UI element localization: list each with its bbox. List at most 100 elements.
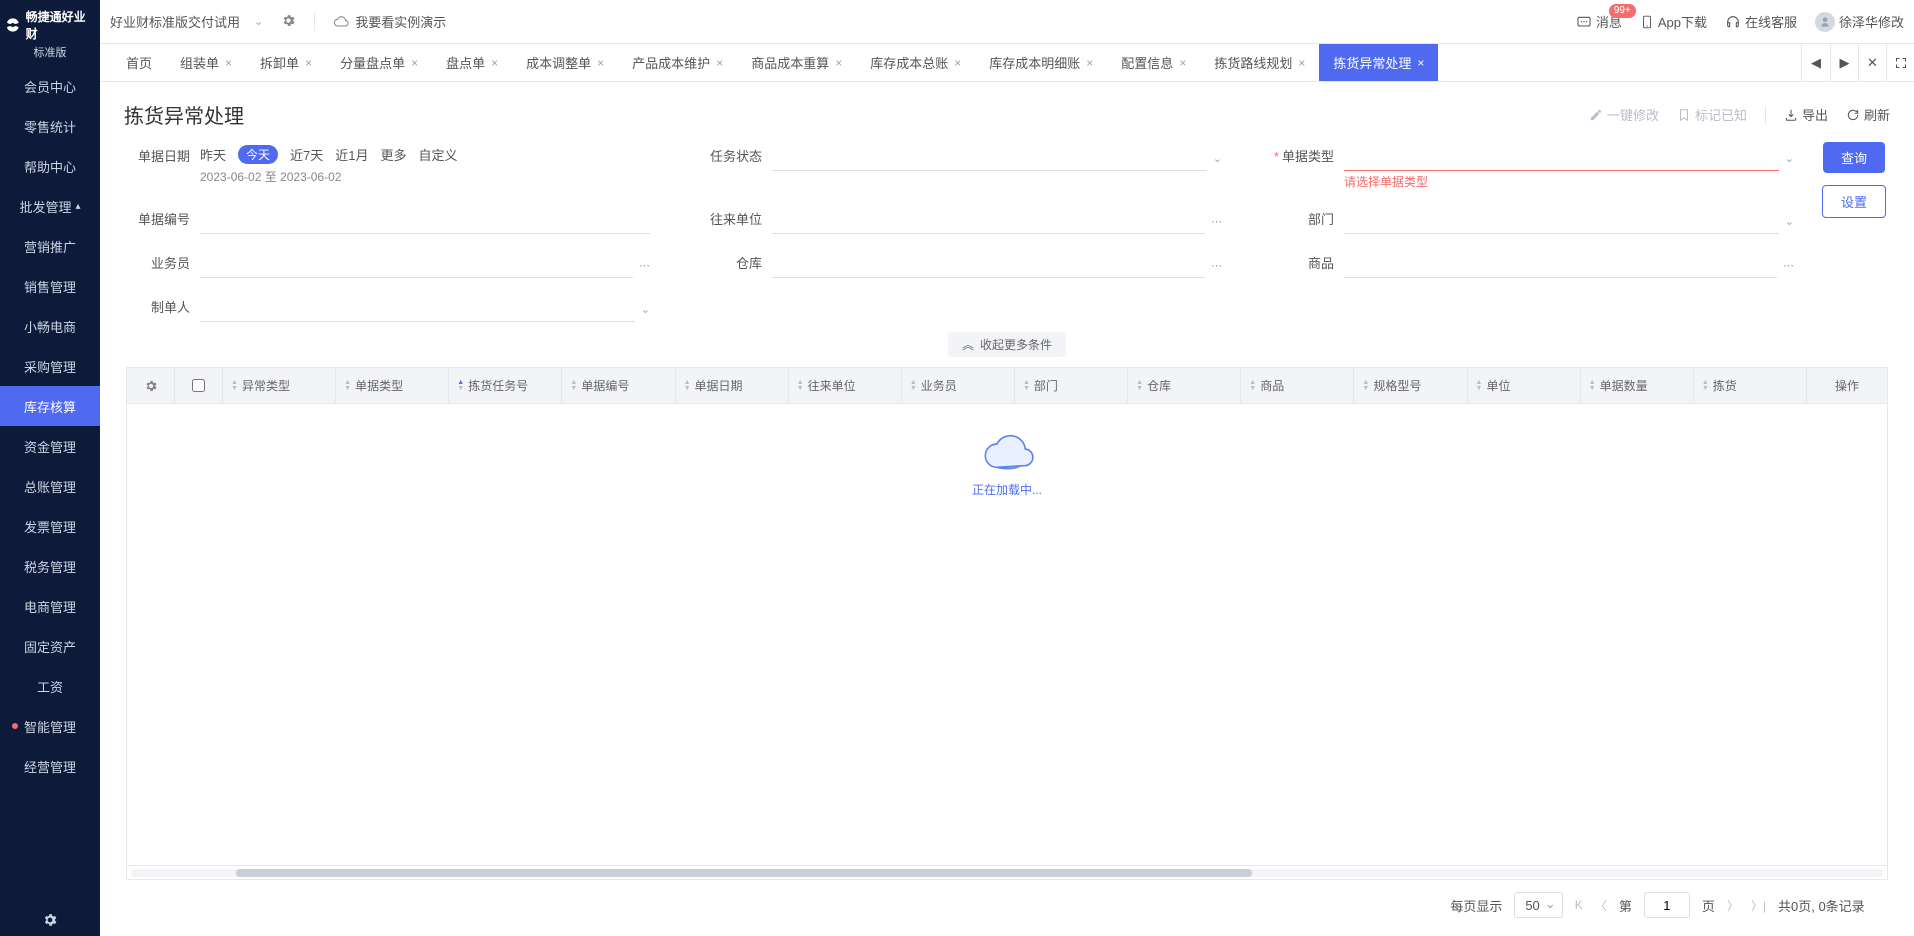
demo-link[interactable]: 我要看实例演示: [333, 12, 446, 31]
sidebar-item[interactable]: 销售管理: [0, 266, 100, 306]
download-link[interactable]: App下载: [1640, 12, 1707, 31]
sidebar-item[interactable]: 帮助中心: [0, 146, 100, 186]
tab[interactable]: 盘点单×: [432, 44, 512, 81]
sidebar-item[interactable]: 电商管理: [0, 586, 100, 626]
department-input[interactable]: [1344, 208, 1779, 234]
doc-type-input[interactable]: [1344, 145, 1779, 171]
user-menu[interactable]: 徐泽华修改: [1815, 12, 1904, 32]
tabs-prev-icon[interactable]: ◀: [1802, 44, 1830, 81]
close-icon[interactable]: ×: [411, 56, 418, 70]
salesman-input[interactable]: [200, 252, 633, 278]
sidebar-item[interactable]: 批发管理: [0, 186, 100, 226]
refresh-action[interactable]: 刷新: [1846, 105, 1890, 124]
sidebar-item[interactable]: 资金管理: [0, 426, 100, 466]
close-icon[interactable]: ×: [1298, 56, 1305, 70]
tab[interactable]: 商品成本重算×: [737, 44, 856, 81]
sidebar-item[interactable]: 智能管理: [0, 706, 100, 746]
close-icon[interactable]: ×: [597, 56, 604, 70]
tab[interactable]: 首页: [112, 44, 166, 81]
tabs-fullscreen-icon[interactable]: [1886, 44, 1914, 81]
search-button[interactable]: 查询: [1823, 142, 1885, 173]
collapse-filters-button[interactable]: ︽ 收起更多条件: [948, 332, 1066, 357]
sidebar-item[interactable]: 固定资产: [0, 626, 100, 666]
pagesize-select[interactable]: 50: [1514, 892, 1562, 918]
tab[interactable]: 拣货路线规划×: [1200, 44, 1319, 81]
env-selector[interactable]: 好业财标准版交付试用 ⌄: [110, 12, 263, 31]
sidebar-item[interactable]: 会员中心: [0, 66, 100, 106]
date-range-option[interactable]: 更多: [381, 145, 407, 164]
chevron-down-icon[interactable]: ⌄: [1207, 152, 1222, 165]
chevron-down-icon[interactable]: ⌄: [635, 303, 650, 316]
sidebar-item[interactable]: 零售统计: [0, 106, 100, 146]
sidebar-item[interactable]: 库存核算: [0, 386, 100, 426]
table-column-header[interactable]: ▲▼规格型号: [1354, 368, 1467, 403]
warehouse-input[interactable]: [772, 252, 1205, 278]
page-first-icon[interactable]: K: [1575, 898, 1583, 912]
tab[interactable]: 组装单×: [166, 44, 246, 81]
ellipsis-icon[interactable]: ⋯: [1777, 259, 1794, 272]
column-settings[interactable]: [127, 368, 175, 403]
message-link[interactable]: 消息 99+: [1576, 12, 1622, 31]
date-range-option[interactable]: 今天: [238, 145, 278, 164]
tab[interactable]: 拣货异常处理×: [1319, 44, 1438, 81]
sidebar-item[interactable]: 税务管理: [0, 546, 100, 586]
date-range-option[interactable]: 近7天: [290, 145, 323, 164]
tab[interactable]: 库存成本总账×: [856, 44, 975, 81]
select-all-input[interactable]: [192, 379, 205, 392]
doc-no-input[interactable]: [200, 208, 650, 234]
ellipsis-icon[interactable]: ⋯: [1205, 215, 1222, 228]
table-column-header[interactable]: ▲▼商品: [1241, 368, 1354, 403]
table-column-header[interactable]: ▲▼异常类型: [223, 368, 336, 403]
settings-icon[interactable]: [42, 912, 58, 931]
tab[interactable]: 产品成本维护×: [618, 44, 737, 81]
task-status-input[interactable]: [772, 145, 1207, 171]
table-column-header[interactable]: ▲▼单位: [1468, 368, 1581, 403]
tab[interactable]: 成本调整单×: [512, 44, 618, 81]
chevron-down-icon[interactable]: ⌄: [1779, 215, 1794, 228]
service-link[interactable]: 在线客服: [1725, 12, 1797, 31]
table-column-header[interactable]: ▲▼往来单位: [789, 368, 902, 403]
table-column-header[interactable]: ▲▼仓库: [1128, 368, 1241, 403]
table-column-header[interactable]: ▲▼业务员: [902, 368, 1015, 403]
export-action[interactable]: 导出: [1784, 105, 1828, 124]
close-icon[interactable]: ×: [1086, 56, 1093, 70]
close-icon[interactable]: ×: [305, 56, 312, 70]
sidebar-item[interactable]: 营销推广: [0, 226, 100, 266]
ellipsis-icon[interactable]: ⋯: [633, 259, 650, 272]
ellipsis-icon[interactable]: ⋯: [1205, 259, 1222, 272]
sidebar-item[interactable]: 小畅电商: [0, 306, 100, 346]
table-column-header[interactable]: ▲▼单据数量: [1581, 368, 1694, 403]
page-next-icon[interactable]: 〉: [1727, 897, 1739, 914]
tabs-next-icon[interactable]: ▶: [1830, 44, 1858, 81]
page-input[interactable]: [1644, 892, 1690, 918]
close-icon[interactable]: ×: [225, 56, 232, 70]
table-column-header[interactable]: ▲▼拣货任务号: [449, 368, 562, 403]
close-icon[interactable]: ×: [1179, 56, 1186, 70]
date-range-option[interactable]: 昨天: [200, 145, 226, 164]
sidebar-item[interactable]: 总账管理: [0, 466, 100, 506]
settings-button[interactable]: 设置: [1822, 185, 1886, 218]
close-icon[interactable]: ×: [1417, 56, 1424, 70]
tabs-close-icon[interactable]: ✕: [1858, 44, 1886, 81]
horizontal-scrollbar[interactable]: [126, 866, 1888, 880]
creator-input[interactable]: [200, 296, 635, 322]
close-icon[interactable]: ×: [835, 56, 842, 70]
partner-input[interactable]: [772, 208, 1205, 234]
scrollbar-thumb[interactable]: [236, 869, 1252, 877]
tab[interactable]: 库存成本明细账×: [975, 44, 1107, 81]
tab[interactable]: 配置信息×: [1107, 44, 1200, 81]
table-column-header[interactable]: ▲▼拣货: [1694, 368, 1807, 403]
select-all-checkbox[interactable]: [175, 368, 223, 403]
table-column-header[interactable]: ▲▼部门: [1015, 368, 1128, 403]
close-icon[interactable]: ×: [491, 56, 498, 70]
sidebar-item[interactable]: 发票管理: [0, 506, 100, 546]
tab[interactable]: 分量盘点单×: [326, 44, 432, 81]
table-column-header[interactable]: ▲▼单据类型: [336, 368, 449, 403]
tab[interactable]: 拆卸单×: [246, 44, 326, 81]
product-input[interactable]: [1344, 252, 1777, 278]
chevron-down-icon[interactable]: ⌄: [1779, 152, 1794, 165]
date-range-option[interactable]: 自定义: [419, 145, 458, 164]
date-range-option[interactable]: 近1月: [335, 145, 368, 164]
close-icon[interactable]: ×: [954, 56, 961, 70]
sidebar-item[interactable]: 经营管理: [0, 746, 100, 786]
